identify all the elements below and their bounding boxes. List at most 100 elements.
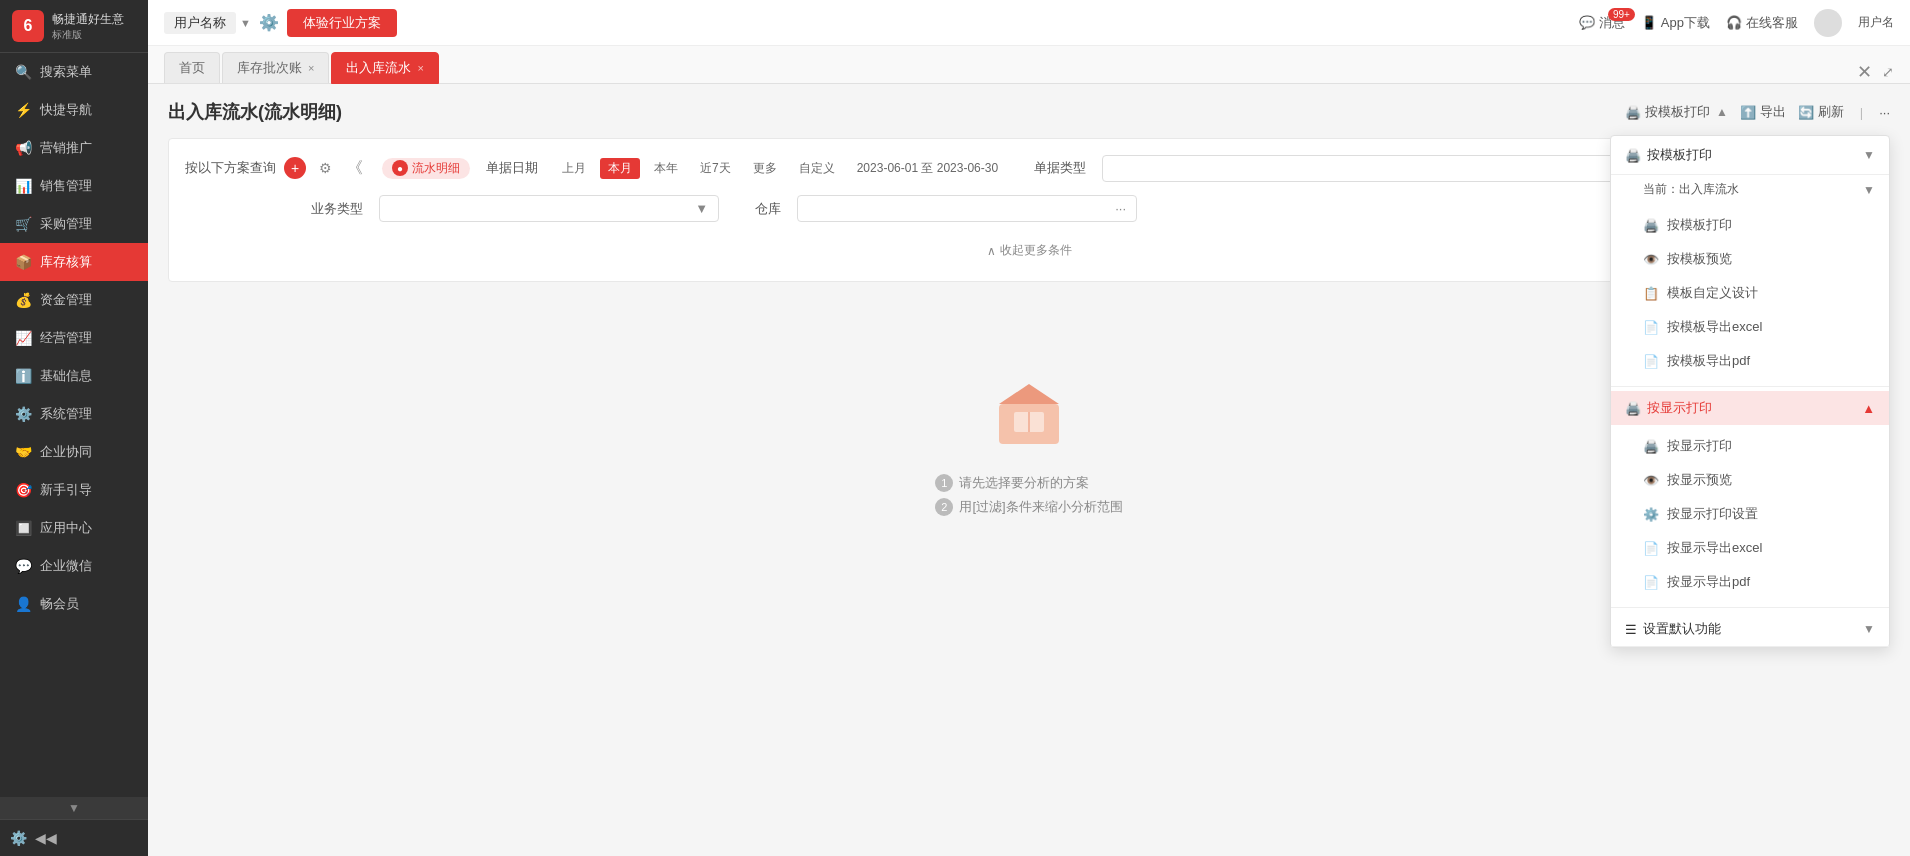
filter-tag-last-month[interactable]: 上月 bbox=[554, 158, 594, 179]
sidebar-item-system[interactable]: ⚙️ 系统管理 bbox=[0, 395, 148, 433]
sidebar-item-guide[interactable]: 🎯 新手引导 bbox=[0, 471, 148, 509]
template-pdf-icon: 📄 bbox=[1643, 354, 1659, 369]
info-icon: ℹ️ bbox=[14, 367, 32, 385]
tab-batch-close[interactable]: × bbox=[308, 62, 314, 74]
filter-business-dropdown[interactable]: ▼ bbox=[379, 195, 719, 222]
more-actions-btn[interactable]: ··· bbox=[1879, 105, 1890, 120]
dropdown-item-display-excel[interactable]: 📄 按显示导出excel bbox=[1611, 531, 1889, 565]
dropdown-item-display-settings[interactable]: ⚙️ 按显示打印设置 bbox=[1611, 497, 1889, 531]
page-title: 出入库流水(流水明细) bbox=[168, 100, 342, 124]
sidebar: 6 畅捷通好生意 标准版 🔍 搜索菜单 ⚡ 快捷导航 📢 营销推广 📊 销售管理… bbox=[0, 0, 148, 856]
tab-close-all-icon[interactable]: ✕ bbox=[1857, 61, 1872, 83]
dropdown-item-template-preview[interactable]: 👁️ 按模板预览 bbox=[1611, 242, 1889, 276]
tab-batch[interactable]: 库存批次账 × bbox=[222, 52, 329, 83]
sidebar-item-member[interactable]: 👤 畅会员 bbox=[0, 585, 148, 623]
user-name: 用户名称 bbox=[164, 12, 236, 34]
export-btn[interactable]: ⬆️ 导出 bbox=[1740, 103, 1786, 121]
gear-icon: ⚙️ bbox=[14, 405, 32, 423]
sidebar-item-enterprise[interactable]: 🤝 企业协同 bbox=[0, 433, 148, 471]
filter-warehouse-dropdown[interactable]: ··· bbox=[797, 195, 1137, 222]
sidebar-item-inventory[interactable]: 📦 库存核算 bbox=[0, 243, 148, 281]
dropdown-item-template-design[interactable]: 📋 模板自定义设计 bbox=[1611, 276, 1889, 310]
tab-batch-label: 库存批次账 bbox=[237, 59, 302, 77]
filter-warehouse-label: 仓库 bbox=[755, 200, 781, 218]
display-print-icon: 🖨️ bbox=[1625, 401, 1641, 416]
tab-home-label: 首页 bbox=[179, 59, 205, 77]
message-icon: 💬 bbox=[1579, 15, 1595, 30]
dropdown-header[interactable]: 🖨️ 按模板打印 ▼ bbox=[1611, 136, 1889, 175]
dropdown-divider-1 bbox=[1611, 386, 1889, 387]
tab-flow-close[interactable]: × bbox=[417, 62, 423, 74]
dropdown-item-template-print[interactable]: 🖨️ 按模板打印 bbox=[1611, 208, 1889, 242]
display-section-title: 🖨️ 按显示打印 bbox=[1625, 399, 1712, 417]
search-icon: 🔍 bbox=[14, 63, 32, 81]
dropdown-header-title: 🖨️ 按模板打印 bbox=[1625, 146, 1712, 164]
page-actions: 🖨️ 按模板打印 ▲ ⬆️ 导出 🔄 刷新 | ··· bbox=[1625, 103, 1890, 121]
bottom-collapse-btn[interactable]: ◀◀ bbox=[35, 830, 57, 846]
online-service-btn[interactable]: 🎧 在线客服 bbox=[1726, 14, 1798, 32]
tab-flow[interactable]: 出入库流水 × bbox=[331, 52, 438, 84]
dropdown-item-display-print[interactable]: 🖨️ 按显示打印 bbox=[1611, 429, 1889, 463]
template-design-icon: 📋 bbox=[1643, 286, 1659, 301]
filter-date-tags: 上月 本月 本年 近7天 更多 自定义 2023-06-01 至 2023-06… bbox=[554, 158, 998, 179]
avatar[interactable] bbox=[1814, 9, 1842, 37]
sidebar-item-quick-nav[interactable]: ⚡ 快捷导航 bbox=[0, 91, 148, 129]
refresh-btn[interactable]: 🔄 刷新 bbox=[1798, 103, 1844, 121]
sidebar-logo: 6 畅捷通好生意 标准版 bbox=[0, 0, 148, 53]
filter-settings-btn[interactable]: ⚙ bbox=[314, 157, 336, 179]
sidebar-item-purchase[interactable]: 🛒 采购管理 bbox=[0, 205, 148, 243]
filter-tag-this-year[interactable]: 本年 bbox=[646, 158, 686, 179]
sidebar-item-basic-info[interactable]: ℹ️ 基础信息 bbox=[0, 357, 148, 395]
sidebar-scroll-down[interactable]: ▼ bbox=[0, 797, 148, 819]
tab-maximize-icon[interactable]: ⤢ bbox=[1882, 64, 1894, 80]
filter-business-label: 业务类型 bbox=[311, 200, 363, 218]
topbar-settings-icon[interactable]: ⚙️ bbox=[259, 13, 279, 32]
filter-search-label: 按以下方案查询 bbox=[185, 159, 276, 177]
page-header: 出入库流水(流水明细) 🖨️ 按模板打印 ▲ ⬆️ 导出 🔄 刷新 | bbox=[168, 100, 1890, 124]
sidebar-nav: 🔍 搜索菜单 ⚡ 快捷导航 📢 营销推广 📊 销售管理 🛒 采购管理 📦 库存核… bbox=[0, 53, 148, 797]
filter-tag-more[interactable]: 更多 bbox=[745, 158, 785, 179]
dropdown-footer[interactable]: ☰ 设置默认功能 ▼ bbox=[1611, 612, 1889, 647]
sidebar-item-finance[interactable]: 💰 资金管理 bbox=[0, 281, 148, 319]
empty-illustration bbox=[979, 354, 1079, 454]
dropdown-display-header[interactable]: 🖨️ 按显示打印 ▲ bbox=[1611, 391, 1889, 425]
user-name-area[interactable]: 用户名称 ▼ bbox=[164, 12, 251, 34]
filter-tag-custom[interactable]: 自定义 bbox=[791, 158, 843, 179]
trial-btn[interactable]: 体验行业方案 bbox=[287, 9, 397, 37]
empty-step-2: 2 用[过滤]条件来缩小分析范围 bbox=[935, 498, 1122, 516]
tab-flow-label: 出入库流水 bbox=[346, 59, 411, 77]
template-print-icon: 🖨️ bbox=[1643, 218, 1659, 233]
empty-step-1: 1 请先选择要分析的方案 bbox=[935, 474, 1122, 492]
sidebar-item-app-center[interactable]: 🔲 应用中心 bbox=[0, 509, 148, 547]
dropdown-item-display-preview[interactable]: 👁️ 按显示预览 bbox=[1611, 463, 1889, 497]
sidebar-item-sales[interactable]: 📊 销售管理 bbox=[0, 167, 148, 205]
app-download-btn[interactable]: 📱 App下载 bbox=[1641, 14, 1710, 32]
dropdown-item-display-pdf[interactable]: 📄 按显示导出pdf bbox=[1611, 565, 1889, 599]
topbar-left: 用户名称 ▼ ⚙️ 体验行业方案 bbox=[164, 9, 1567, 37]
filter-add-btn[interactable]: + bbox=[284, 157, 306, 179]
print-template-btn[interactable]: 🖨️ 按模板打印 ▲ bbox=[1625, 103, 1728, 121]
dropdown-item-template-excel[interactable]: 📄 按模板导出excel bbox=[1611, 310, 1889, 344]
logo-icon: 6 bbox=[12, 10, 44, 42]
handshake-icon: 🤝 bbox=[14, 443, 32, 461]
export-icon: ⬆️ bbox=[1740, 105, 1756, 120]
sidebar-item-marketing[interactable]: 📢 营销推广 bbox=[0, 129, 148, 167]
filter-tag-this-month[interactable]: 本月 bbox=[600, 158, 640, 179]
money-icon: 💰 bbox=[14, 291, 32, 309]
collapse-chevron-icon: ∧ bbox=[987, 244, 996, 258]
message-btn[interactable]: 💬 消息 99+ bbox=[1579, 14, 1625, 32]
display-excel-icon: 📄 bbox=[1643, 541, 1659, 556]
filter-type-label: 单据类型 bbox=[1034, 159, 1086, 177]
filter-tag-7days[interactable]: 近7天 bbox=[692, 158, 739, 179]
sidebar-item-search[interactable]: 🔍 搜索菜单 bbox=[0, 53, 148, 91]
bottom-settings-btn[interactable]: ⚙️ bbox=[10, 830, 27, 846]
dropdown-item-template-pdf[interactable]: 📄 按模板导出pdf bbox=[1611, 344, 1889, 378]
sidebar-item-operations[interactable]: 📈 经营管理 bbox=[0, 319, 148, 357]
sidebar-item-wechat[interactable]: 💬 企业微信 bbox=[0, 547, 148, 585]
refresh-icon: 🔄 bbox=[1798, 105, 1814, 120]
megaphone-icon: 📢 bbox=[14, 139, 32, 157]
filter-collapse-btn[interactable]: 《 bbox=[344, 157, 366, 179]
grid-icon: 🔲 bbox=[14, 519, 32, 537]
filter-date-range: 2023-06-01 至 2023-06-30 bbox=[857, 160, 998, 177]
tab-home[interactable]: 首页 bbox=[164, 52, 220, 83]
